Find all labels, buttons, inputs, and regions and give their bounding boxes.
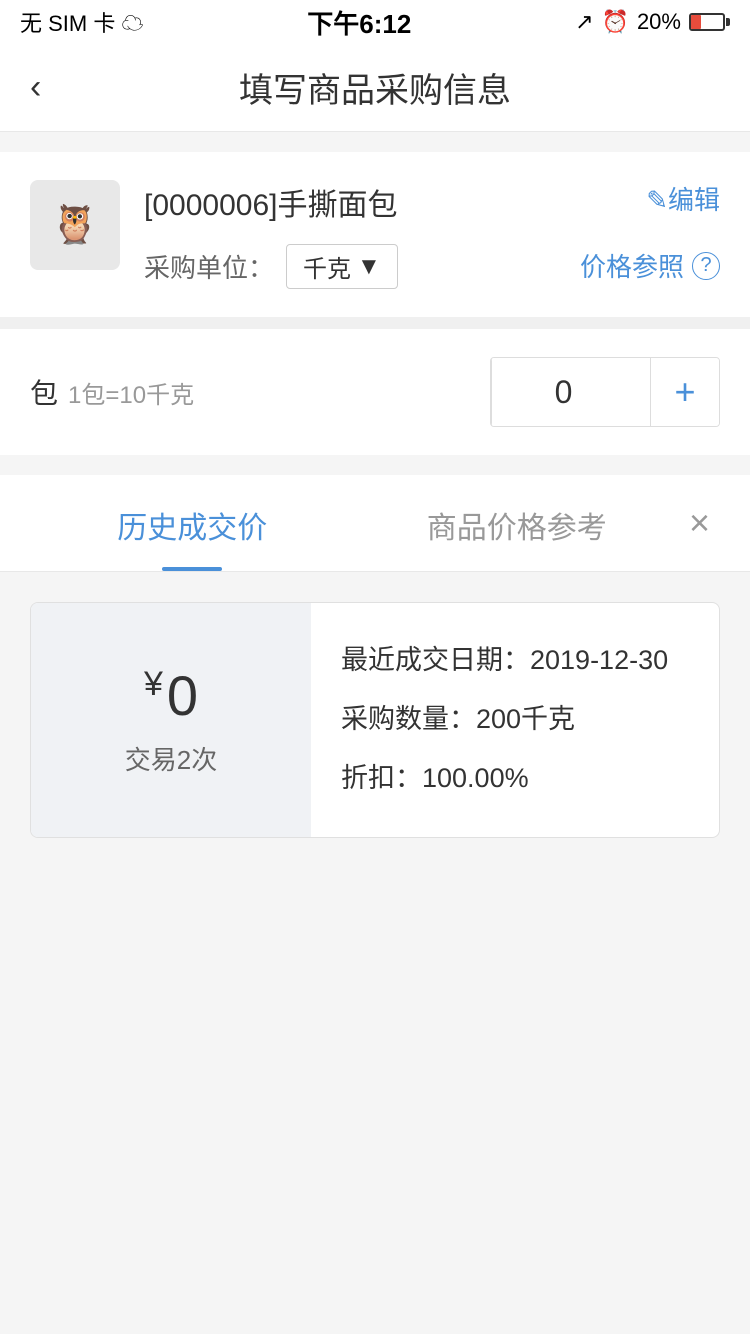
price-ref-button[interactable]: 价格参照 ? <box>580 247 720 284</box>
price-summary-panel: ¥0 交易2次 <box>31 603 311 837</box>
product-thumbnail: 🦉 <box>30 180 120 270</box>
discount-value: 100.00% <box>422 763 529 793</box>
purchase-qty-label: 采购数量： <box>341 704 476 734</box>
purchase-qty-value: 200千克 <box>476 704 575 734</box>
page-title: 填写商品采购信息 <box>239 63 511 112</box>
price-ref-label: 价格参照 <box>580 247 684 284</box>
product-unit-row: 采购单位： 千克 ▼ <box>144 244 398 289</box>
price-card: ¥0 交易2次 最近成交日期：2019-12-30 采购数量：200千克 折扣：… <box>30 602 720 838</box>
product-name: [0000006]手撕面包 <box>144 180 398 224</box>
status-time: 下午6:12 <box>307 4 411 41</box>
discount-label: 折扣： <box>341 763 422 793</box>
status-left: 无 SIM 卡 ☁ <box>20 6 143 38</box>
tab-history-price[interactable]: 历史成交价 <box>30 475 354 571</box>
sim-label: 无 SIM 卡 ☁ <box>20 6 143 38</box>
unit-bag-label: 包 <box>30 372 58 412</box>
discount-row: 折扣：100.00% <box>341 757 689 800</box>
price-detail-panel: 最近成交日期：2019-12-30 采购数量：200千克 折扣：100.00% <box>311 603 719 837</box>
product-card: 🦉 [0000006]手撕面包 采购单位： 千克 ▼ ✎编辑 价格参照 ? <box>0 152 750 317</box>
quantity-plus-button[interactable]: + <box>651 358 719 426</box>
tab-active-indicator <box>162 567 222 571</box>
quantity-input[interactable] <box>491 358 651 426</box>
edit-button[interactable]: ✎编辑 <box>646 180 720 217</box>
tabs-container: 历史成交价 商品价格参考 × <box>0 475 750 572</box>
status-right: ↗ ⏰ 20% <box>575 9 730 35</box>
battery-icon <box>689 13 730 31</box>
content-area: 历史成交价 商品价格参考 × ¥0 交易2次 最近成交日期：2019-12-30… <box>0 475 750 1075</box>
unit-value: 千克 <box>303 249 351 284</box>
dropdown-arrow-icon: ▼ <box>357 253 381 281</box>
status-bar: 无 SIM 卡 ☁ 下午6:12 ↗ ⏰ 20% <box>0 0 750 44</box>
currency-symbol: ¥ <box>144 665 163 703</box>
recent-date-value: 2019-12-30 <box>530 645 668 675</box>
purchase-qty-row: 采购数量：200千克 <box>341 698 689 741</box>
nav-bar: ‹ 填写商品采购信息 <box>0 44 750 132</box>
product-info: [0000006]手撕面包 采购单位： 千克 ▼ <box>144 180 398 289</box>
quantity-row: 包 1包=10千克 + <box>0 329 750 455</box>
location-icon: ↗ <box>575 9 593 35</box>
unit-dropdown[interactable]: 千克 ▼ <box>286 244 398 289</box>
alarm-icon: ⏰ <box>602 9 629 35</box>
recent-date-label: 最近成交日期： <box>341 645 530 675</box>
quantity-unit-label: 包 1包=10千克 <box>30 372 194 412</box>
trade-count: 交易2次 <box>125 740 217 777</box>
purchase-unit-label: 采购单位： <box>144 248 274 285</box>
back-button[interactable]: ‹ <box>30 58 51 117</box>
battery-percent: 20% <box>637 9 681 35</box>
product-logo-icon: 🦉 <box>51 203 98 247</box>
product-actions: ✎编辑 价格参照 ? <box>580 180 720 284</box>
price-amount: ¥0 <box>144 663 198 728</box>
recent-date-row: 最近成交日期：2019-12-30 <box>341 639 689 682</box>
tab-price-reference[interactable]: 商品价格参考 <box>354 475 678 571</box>
section-divider <box>0 317 750 329</box>
quantity-control: + <box>490 357 720 427</box>
price-ref-help-icon: ? <box>692 252 720 280</box>
unit-conversion-note: 1包=10千克 <box>68 375 194 410</box>
price-value: 0 <box>167 664 198 727</box>
close-button[interactable]: × <box>679 492 720 554</box>
